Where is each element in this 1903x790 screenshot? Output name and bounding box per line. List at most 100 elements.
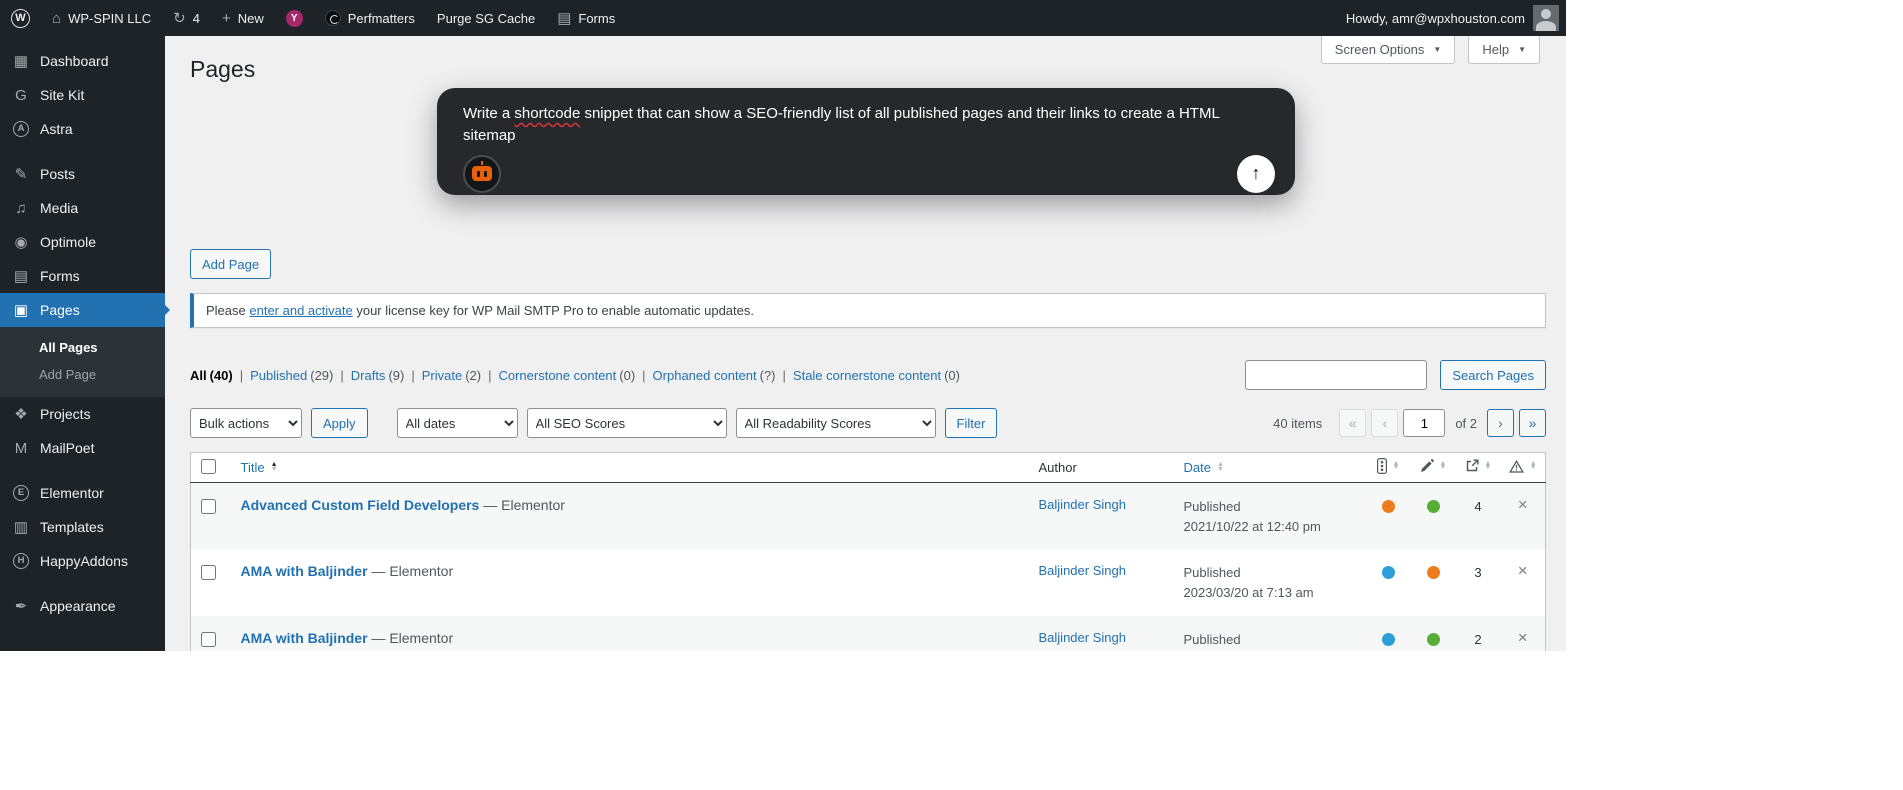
search-pages-button[interactable]: Search Pages [1440,360,1546,391]
howdy-account-menu[interactable]: Howdy, amr@wpxhouston.com [1346,11,1525,26]
sort-by-title[interactable]: Title ▲ ▼ [241,460,278,475]
table-row: Advanced Custom Field Developers — Eleme… [190,482,1546,550]
last-page-button[interactable]: » [1519,409,1546,438]
search-input[interactable] [1245,360,1428,391]
updates-count: 4 [192,10,200,26]
purge-cache-menu[interactable]: Purge SG Cache [426,0,546,36]
sidebar-item-projects[interactable]: ❖ Projects [0,397,165,431]
posts-icon: ✎ [14,165,28,183]
sidebar-item-media[interactable]: ♫ Media [0,191,165,225]
cornerstone-cross-icon: × [1517,561,1528,581]
sidebar-subitem-all-pages[interactable]: All Pages [0,334,165,361]
sidebar-item-templates[interactable]: ▥ Templates [0,510,165,544]
views-row: All (40) | Published (29) | Drafts (9) | Priva… [190,360,1546,391]
user-avatar[interactable] [1533,5,1559,31]
sidebar-subitem-add-page[interactable]: Add Page [0,361,165,388]
table-head: Title ▲ ▼ Author Date ▲ ▼ ▲ ▼ ▲ ▼ ▲ ▼ ▲ … [190,452,1546,484]
sort-by-cornerstone[interactable]: ▲ ▼ [1508,459,1537,473]
perfmatters-menu[interactable]: Perfmatters [314,0,426,36]
site-name: WP-SPIN LLC [68,10,152,26]
apply-button[interactable]: Apply [311,408,368,439]
sidebar-item-site-kit[interactable]: G Site Kit [0,78,165,112]
sidebar-item-forms[interactable]: ▤ Forms [0,259,165,293]
view-label: Drafts [350,367,386,383]
view-count: (?) [759,367,776,383]
sidebar-item-dashboard[interactable]: ▦ Dashboard [0,44,165,78]
sidebar-item-happyaddons[interactable]: H HappyAddons [0,544,165,578]
seo-score-column-icon [1376,458,1387,475]
sidebar-item-label: Site Kit [40,87,85,103]
author-link[interactable]: Baljinder Singh [1039,497,1126,512]
linked-count: 2 [1474,631,1482,647]
sidebar-item-mailpoet[interactable]: M MailPoet [0,431,165,465]
author-link[interactable]: Baljinder Singh [1039,563,1126,578]
page-title-link[interactable]: AMA with Baljinder [241,630,368,646]
updates-icon: ↻ [173,9,186,27]
seo-scores-filter-select[interactable]: All SEO Scores [526,408,727,439]
first-page-button[interactable]: « [1339,409,1367,438]
page-title-link[interactable]: AMA with Baljinder [241,563,368,579]
perfmatters-icon [324,10,341,26]
sidebar-item-optimole[interactable]: ◉ Optimole [0,225,165,259]
view-orphaned[interactable]: Orphaned content (?) [653,368,776,383]
select-all-checkbox[interactable] [201,458,216,474]
sidebar-item-pages[interactable]: ▣ Pages [0,293,165,327]
table-body: Advanced Custom Field Developers — Eleme… [190,482,1546,651]
forms-menu[interactable]: ▤ Forms [546,0,626,36]
current-page-input[interactable] [1403,409,1446,438]
help-button[interactable]: Help ▼ [1468,35,1540,64]
new-content-menu[interactable]: + New [211,0,275,36]
view-private[interactable]: Private (2) [422,368,481,383]
sidebar-item-astra[interactable]: A Astra [0,112,165,146]
separator: | [340,367,344,383]
astra-letter: A [13,121,29,137]
view-label: Stale cornerstone content [792,367,942,383]
robot-head [472,166,492,181]
page-title-link[interactable]: Advanced Custom Field Developers [241,497,480,513]
site-kit-icon: G [15,86,27,104]
sidebar-item-posts[interactable]: ✎ Posts [0,157,165,191]
sort-by-readability[interactable]: ▲ ▼ [1420,459,1446,473]
sort-by-seo-score[interactable]: ▲ ▼ [1376,458,1399,475]
site-name-menu[interactable]: ⌂ WP-SPIN LLC [41,0,162,36]
readability-scores-filter-select[interactable]: All Readability Scores [735,408,936,439]
date-filter-select[interactable]: All dates [396,408,518,439]
row-checkbox[interactable] [201,631,216,647]
sidebar-item-label: Forms [40,268,80,284]
screen-options-button[interactable]: Screen Options ▼ [1320,35,1456,64]
row-checkbox[interactable] [201,565,216,581]
author-link[interactable]: Baljinder Singh [1039,630,1126,645]
purge-cache-label: Purge SG Cache [436,10,536,26]
view-published[interactable]: Published (29) [250,368,333,383]
sidebar-item-appearance[interactable]: ✒ Appearance [0,589,165,623]
pages-submenu: All Pages Add Page [0,327,165,397]
screen-options-label: Screen Options [1334,41,1425,57]
view-cornerstone[interactable]: Cornerstone content (0) [498,368,635,383]
next-page-button[interactable]: › [1487,409,1514,438]
sort-by-linked-count[interactable]: ▲ ▼ [1465,459,1491,473]
page-status: Published [1183,631,1241,647]
view-count: (0) [619,367,636,383]
add-page-button[interactable]: Add Page [190,249,272,280]
admin-bar: W ⌂ WP-SPIN LLC ↻ 4 + New Y Perfmatters [0,0,1566,36]
sort-by-date[interactable]: Date ▲ ▼ [1184,460,1224,475]
previous-page-button[interactable]: ‹ [1371,409,1399,438]
view-stale-cornerstone[interactable]: Stale cornerstone content (0) [793,368,960,383]
wordpress-logo-menu[interactable]: W [0,0,41,36]
sidebar-item-elementor[interactable]: E Elementor [0,476,165,510]
updates-menu[interactable]: ↻ 4 [162,0,211,36]
yoast-seo-menu[interactable]: Y [275,0,314,36]
screen-meta: Screen Options ▼ Help ▼ [1320,35,1540,64]
date-column-header: Date [1183,460,1211,476]
view-drafts[interactable]: Drafts (9) [351,368,405,383]
bulk-actions-select[interactable]: Bulk actions [190,408,302,439]
activate-license-link[interactable]: enter and activate [249,303,352,318]
warning-triangle-column-icon [1508,459,1524,473]
view-all[interactable]: All (40) [190,368,233,383]
readability-score-dot [1426,632,1440,646]
view-label: Orphaned content [652,367,757,383]
submit-button[interactable]: ↑ [1237,154,1275,193]
filter-button[interactable]: Filter [944,408,998,439]
page-date: 2023/03/20 at 7:13 am [1183,585,1314,601]
row-checkbox[interactable] [201,499,216,515]
